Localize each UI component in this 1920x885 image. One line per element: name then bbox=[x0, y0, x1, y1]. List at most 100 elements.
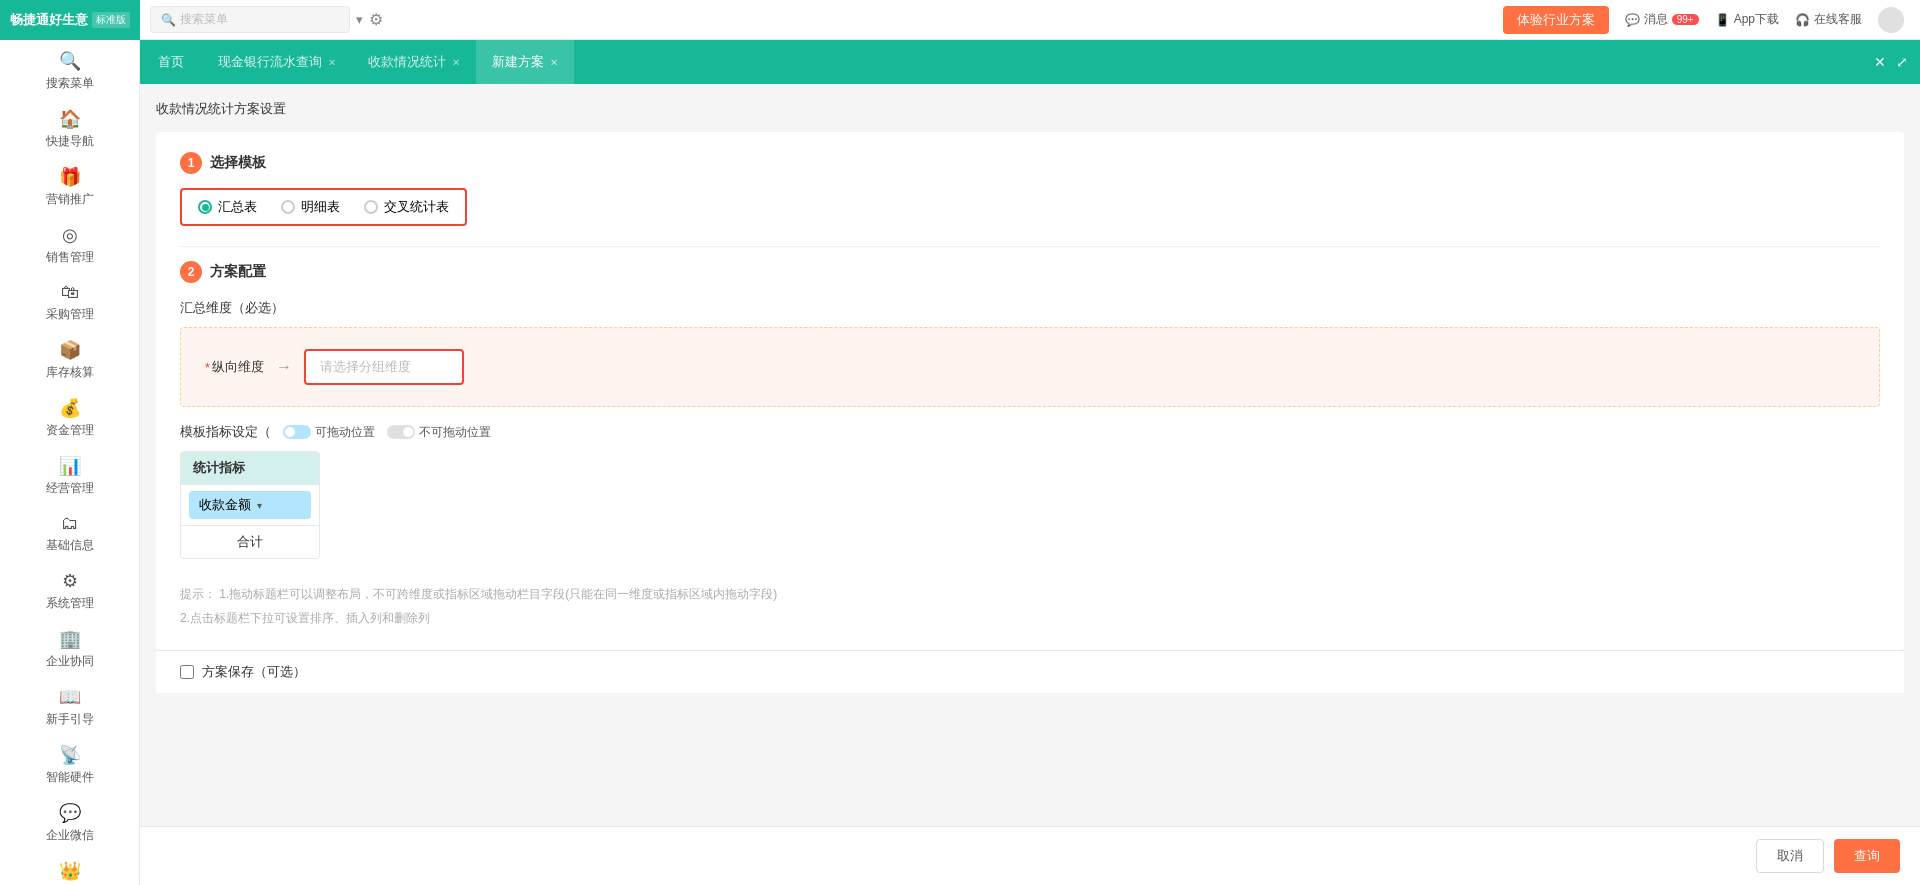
step1-section: 1 选择模板 汇总表 明细表 bbox=[180, 152, 1880, 226]
sidebar-item-sales[interactable]: ◎ 销售管理 bbox=[0, 214, 139, 272]
wechat-icon: 💬 bbox=[59, 802, 81, 824]
enterprise-icon: 🏢 bbox=[59, 628, 81, 650]
step2-badge: 2 bbox=[180, 261, 202, 283]
sidebar-item-inventory[interactable]: 📦 库存核算 bbox=[0, 329, 139, 387]
metric-total-row: 合计 bbox=[181, 525, 319, 558]
sidebar-item-enterprise[interactable]: 🏢 企业协同 bbox=[0, 618, 139, 676]
legend-fixed: 不可拖动位置 bbox=[387, 424, 491, 441]
message-icon: 💬 bbox=[1625, 13, 1640, 27]
sidebar-item-wechat[interactable]: 💬 企业微信 bbox=[0, 792, 139, 850]
tab-bank-flow[interactable]: 现金银行流水查询 ✕ bbox=[202, 40, 352, 84]
chevron-down-icon: ▾ bbox=[257, 500, 262, 511]
sidebar-item-member[interactable]: 👑 畅会员 bbox=[0, 850, 139, 885]
home-icon: 🏠 bbox=[59, 108, 81, 130]
app-name: 畅捷通好生意 bbox=[10, 11, 88, 29]
member-icon: 👑 bbox=[59, 860, 81, 882]
radio-summary[interactable]: 汇总表 bbox=[198, 198, 257, 216]
divider-1 bbox=[180, 246, 1880, 247]
sidebar-item-search[interactable]: 🔍 搜索菜单 bbox=[0, 40, 139, 98]
search-icon: 🔍 bbox=[161, 13, 176, 27]
radio-cross[interactable]: 交叉统计表 bbox=[364, 198, 449, 216]
guide-icon: 📖 bbox=[59, 686, 81, 708]
metrics-table: 统计指标 收款金额 ▾ 合计 bbox=[180, 451, 320, 559]
message-action[interactable]: 💬 消息 99+ bbox=[1625, 11, 1699, 28]
dimension-selector[interactable]: 请选择分组维度 bbox=[304, 349, 464, 385]
tab-expand-icon[interactable]: ⤢ bbox=[1896, 54, 1908, 70]
tips-section: 提示： 1.拖动标题栏可以调整布局，不可跨维度或指标区域拖动栏目字段(只能在同一… bbox=[180, 582, 1880, 630]
sidebar-item-hardware[interactable]: 📡 智能硬件 bbox=[0, 734, 139, 792]
metric-tag-label: 收款金额 bbox=[199, 496, 251, 514]
search-placeholder: 搜索菜单 bbox=[180, 11, 228, 28]
sidebar-item-marketing[interactable]: 🎁 营销推广 bbox=[0, 156, 139, 214]
row-dimension-label: 纵向维度 bbox=[212, 358, 264, 376]
metric-tag-row[interactable]: 收款金额 ▾ bbox=[181, 485, 319, 525]
sidebar-item-basic-info[interactable]: 🗂 基础信息 bbox=[0, 503, 139, 560]
metrics-table-header: 统计指标 bbox=[181, 452, 319, 485]
sales-icon: ◎ bbox=[62, 224, 78, 246]
service-action[interactable]: 🎧 在线客服 bbox=[1795, 11, 1862, 28]
tab-collection-stat[interactable]: 收款情况统计 ✕ bbox=[352, 40, 476, 84]
step1-badge: 1 bbox=[180, 152, 202, 174]
message-label: 消息 bbox=[1644, 11, 1668, 28]
user-avatar[interactable] bbox=[1878, 7, 1904, 33]
cancel-button[interactable]: 取消 bbox=[1756, 839, 1824, 873]
tip-line-1: 提示： 1.拖动标题栏可以调整布局，不可跨维度或指标区域拖动栏目字段(只能在同一… bbox=[180, 582, 1880, 606]
dimension-title: 汇总维度（必选） bbox=[180, 299, 1880, 317]
metrics-config: 模板指标设定（ 可拖动位置 不可拖动位置 bbox=[180, 423, 1880, 562]
footer-save: 方案保存（可选） bbox=[156, 650, 1904, 693]
tab-collection-stat-close[interactable]: ✕ bbox=[452, 57, 460, 68]
step2-section: 2 方案配置 汇总维度（必选） * 纵向维度 → 请选择分组维度 bbox=[180, 261, 1880, 630]
tab-close-all-icon[interactable]: ✕ bbox=[1874, 54, 1886, 70]
legend-draggable: 可拖动位置 bbox=[283, 424, 375, 441]
search-icon: 🔍 bbox=[59, 50, 81, 72]
service-label: 在线客服 bbox=[1814, 11, 1862, 28]
inventory-icon: 📦 bbox=[59, 339, 81, 361]
save-checkbox[interactable] bbox=[180, 665, 194, 679]
sidebar: 🔍 搜索菜单 🏠 快捷导航 🎁 营销推广 ◎ 销售管理 🛍 采购管理 📦 库存核… bbox=[0, 40, 140, 885]
service-icon: 🎧 bbox=[1795, 13, 1810, 27]
query-button[interactable]: 查询 bbox=[1834, 839, 1900, 873]
sidebar-item-purchase[interactable]: 🛍 采购管理 bbox=[0, 272, 139, 329]
gear-icon[interactable]: ⚙ bbox=[369, 10, 383, 29]
app-logo: 畅捷通好生意 标准版 bbox=[0, 0, 140, 40]
download-label: App下载 bbox=[1734, 11, 1779, 28]
sidebar-item-system[interactable]: ⚙ 系统管理 bbox=[0, 560, 139, 618]
tip-line-2: 2.点击标题栏下拉可设置排序、插入列和删除列 bbox=[180, 606, 1880, 630]
search-dropdown-icon[interactable]: ▾ bbox=[356, 12, 363, 27]
app-version: 标准版 bbox=[92, 12, 130, 28]
purchase-icon: 🛍 bbox=[61, 282, 79, 303]
settings-card: 1 选择模板 汇总表 明细表 bbox=[156, 132, 1904, 650]
tab-home[interactable]: 首页 bbox=[140, 40, 202, 84]
sidebar-item-quick-nav[interactable]: 🏠 快捷导航 bbox=[0, 98, 139, 156]
search-input-wrap[interactable]: 🔍 搜索菜单 bbox=[150, 6, 350, 33]
tab-bar: 首页 现金银行流水查询 ✕ 收款情况统计 ✕ 新建方案 ✕ ✕ ⤢ bbox=[140, 40, 1920, 84]
download-action[interactable]: 📱 App下载 bbox=[1715, 11, 1779, 28]
metrics-title: 模板指标设定（ bbox=[180, 423, 271, 441]
system-icon: ⚙ bbox=[62, 570, 78, 592]
message-badge: 99+ bbox=[1672, 14, 1699, 25]
sidebar-item-guide[interactable]: 📖 新手引导 bbox=[0, 676, 139, 734]
dimension-drop-area: * 纵向维度 → 请选择分组维度 bbox=[180, 327, 1880, 407]
tab-new-plan[interactable]: 新建方案 ✕ bbox=[476, 40, 574, 84]
required-star: * bbox=[205, 360, 210, 375]
finance-icon: 💰 bbox=[59, 397, 81, 419]
sidebar-item-finance[interactable]: 💰 资金管理 bbox=[0, 387, 139, 445]
page-title: 收款情况统计方案设置 bbox=[156, 100, 1904, 118]
step1-title: 选择模板 bbox=[210, 154, 266, 172]
basic-info-icon: 🗂 bbox=[61, 513, 79, 534]
template-options: 汇总表 明细表 交叉统计表 bbox=[180, 188, 467, 226]
arrow-right: → bbox=[276, 358, 292, 376]
hardware-icon: 📡 bbox=[59, 744, 81, 766]
save-label: 方案保存（可选） bbox=[202, 663, 306, 681]
step2-title: 方案配置 bbox=[210, 263, 266, 281]
bottom-action-bar: 取消 查询 bbox=[140, 826, 1920, 885]
dimension-config: 汇总维度（必选） * 纵向维度 → 请选择分组维度 bbox=[180, 299, 1880, 407]
tab-bank-flow-close[interactable]: ✕ bbox=[328, 57, 336, 68]
download-icon: 📱 bbox=[1715, 13, 1730, 27]
radio-detail[interactable]: 明细表 bbox=[281, 198, 340, 216]
gift-icon: 🎁 bbox=[59, 166, 81, 188]
sidebar-item-operation[interactable]: 📊 经营管理 bbox=[0, 445, 139, 503]
operation-icon: 📊 bbox=[59, 455, 81, 477]
tab-new-plan-close[interactable]: ✕ bbox=[550, 57, 558, 68]
industry-btn[interactable]: 体验行业方案 bbox=[1503, 6, 1609, 34]
